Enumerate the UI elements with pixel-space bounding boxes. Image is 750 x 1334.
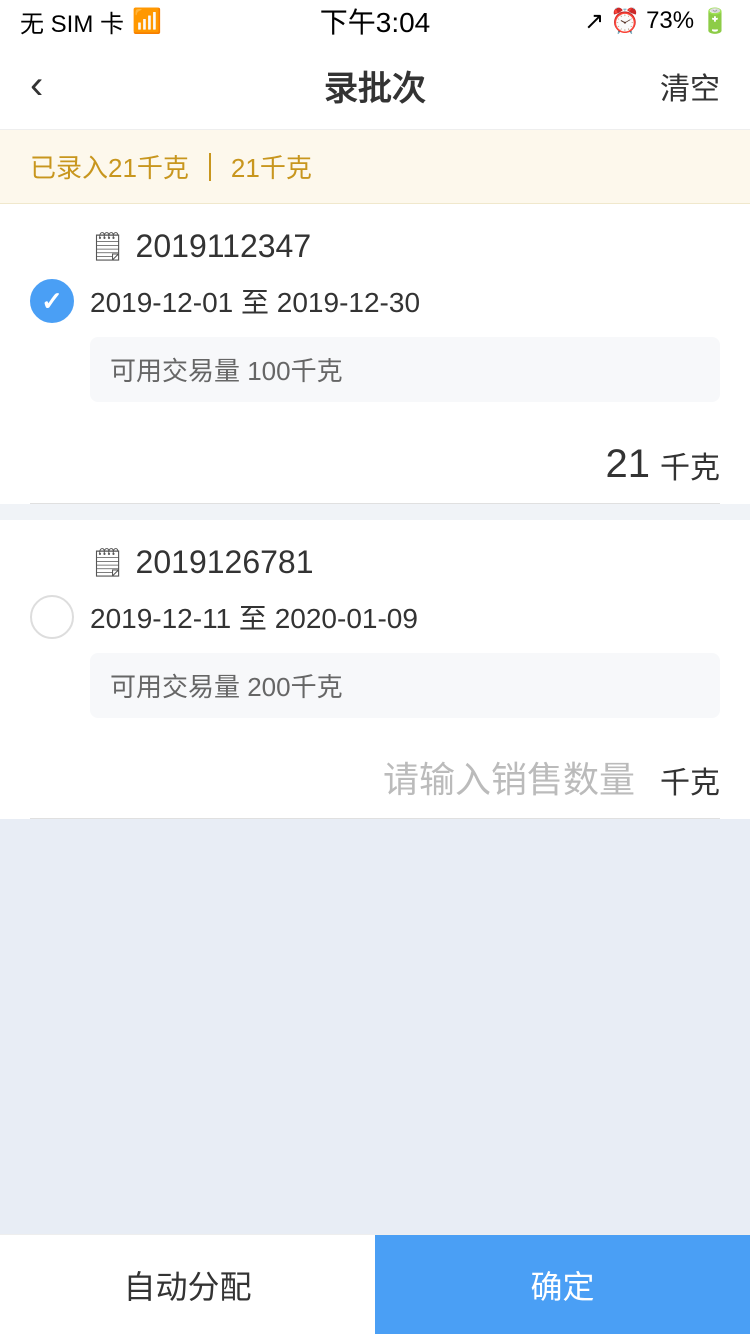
- confirm-button[interactable]: 确定: [375, 1235, 750, 1334]
- batch-2-amount-unit: 千克: [660, 758, 720, 802]
- batch-2-radio[interactable]: [30, 595, 74, 639]
- batch-2-date-row[interactable]: 2019-12-11 至 2020-01-09: [30, 595, 720, 639]
- recorded-value: 21千克: [231, 148, 312, 185]
- alarm-icon: ⏰: [610, 7, 640, 36]
- carrier-text: 无 SIM 卡: [20, 4, 124, 39]
- batch-1-amount-unit: 千克: [660, 443, 720, 487]
- empty-area: [0, 819, 750, 1249]
- batch-card-1-inner: 🗒 2019112347 2019-12-01 至 2019-12-30 可用交…: [0, 204, 750, 426]
- battery-icon: 🔋: [700, 7, 730, 36]
- status-bar-left: 无 SIM 卡 📶: [20, 4, 162, 39]
- batch-card-2-inner: 🗒 2019126781 2019-12-11 至 2020-01-09 可用交…: [0, 520, 750, 742]
- bottom-bar: 自动分配 确定: [0, 1234, 750, 1334]
- nav-bar: ‹ 录批次 清空: [0, 42, 750, 130]
- banner-divider: [209, 153, 211, 181]
- wifi-icon: 📶: [132, 7, 162, 36]
- clear-button[interactable]: 清空: [660, 64, 720, 108]
- info-banner: 已录入21千克 21千克: [0, 130, 750, 204]
- batch-1-id-row: 🗒 2019112347: [30, 228, 720, 265]
- batch-1-available: 可用交易量 100千克: [90, 337, 720, 402]
- section-divider: [0, 504, 750, 520]
- batch-1-doc-icon: 🗒: [90, 230, 126, 263]
- status-bar-right: ↗ ⏰ 73% 🔋: [584, 7, 730, 36]
- back-button[interactable]: ‹: [30, 63, 90, 108]
- batch-1-amount-row: 21 千克: [0, 426, 750, 503]
- batch-2-id-row: 🗒 2019126781: [30, 544, 720, 581]
- batch-1-id: 2019112347: [136, 228, 312, 265]
- batch-2-doc-icon: 🗒: [90, 546, 126, 579]
- location-icon: ↗: [584, 7, 604, 36]
- batch-2-amount-input[interactable]: [30, 759, 650, 801]
- battery-text: 73%: [646, 7, 694, 35]
- batch-2-amount-row[interactable]: 千克: [0, 742, 750, 818]
- status-bar: 无 SIM 卡 📶 下午3:04 ↗ ⏰ 73% 🔋: [0, 0, 750, 42]
- batch-2-id: 2019126781: [136, 544, 314, 581]
- status-time: 下午3:04: [320, 1, 431, 41]
- batch-card-1: 🗒 2019112347 2019-12-01 至 2019-12-30 可用交…: [0, 204, 750, 504]
- batch-2-date: 2019-12-11 至 2020-01-09: [90, 597, 418, 637]
- batch-card-2: 🗒 2019126781 2019-12-11 至 2020-01-09 可用交…: [0, 520, 750, 819]
- batch-2-available: 可用交易量 200千克: [90, 653, 720, 718]
- batch-1-date: 2019-12-01 至 2019-12-30: [90, 281, 420, 321]
- page-title: 录批次: [324, 61, 426, 110]
- batch-1-radio[interactable]: [30, 279, 74, 323]
- batch-1-amount-value: 21: [606, 442, 651, 487]
- auto-distribute-button[interactable]: 自动分配: [0, 1235, 375, 1334]
- recorded-label: 已录入21千克: [30, 148, 189, 185]
- batch-1-date-row[interactable]: 2019-12-01 至 2019-12-30: [30, 279, 720, 323]
